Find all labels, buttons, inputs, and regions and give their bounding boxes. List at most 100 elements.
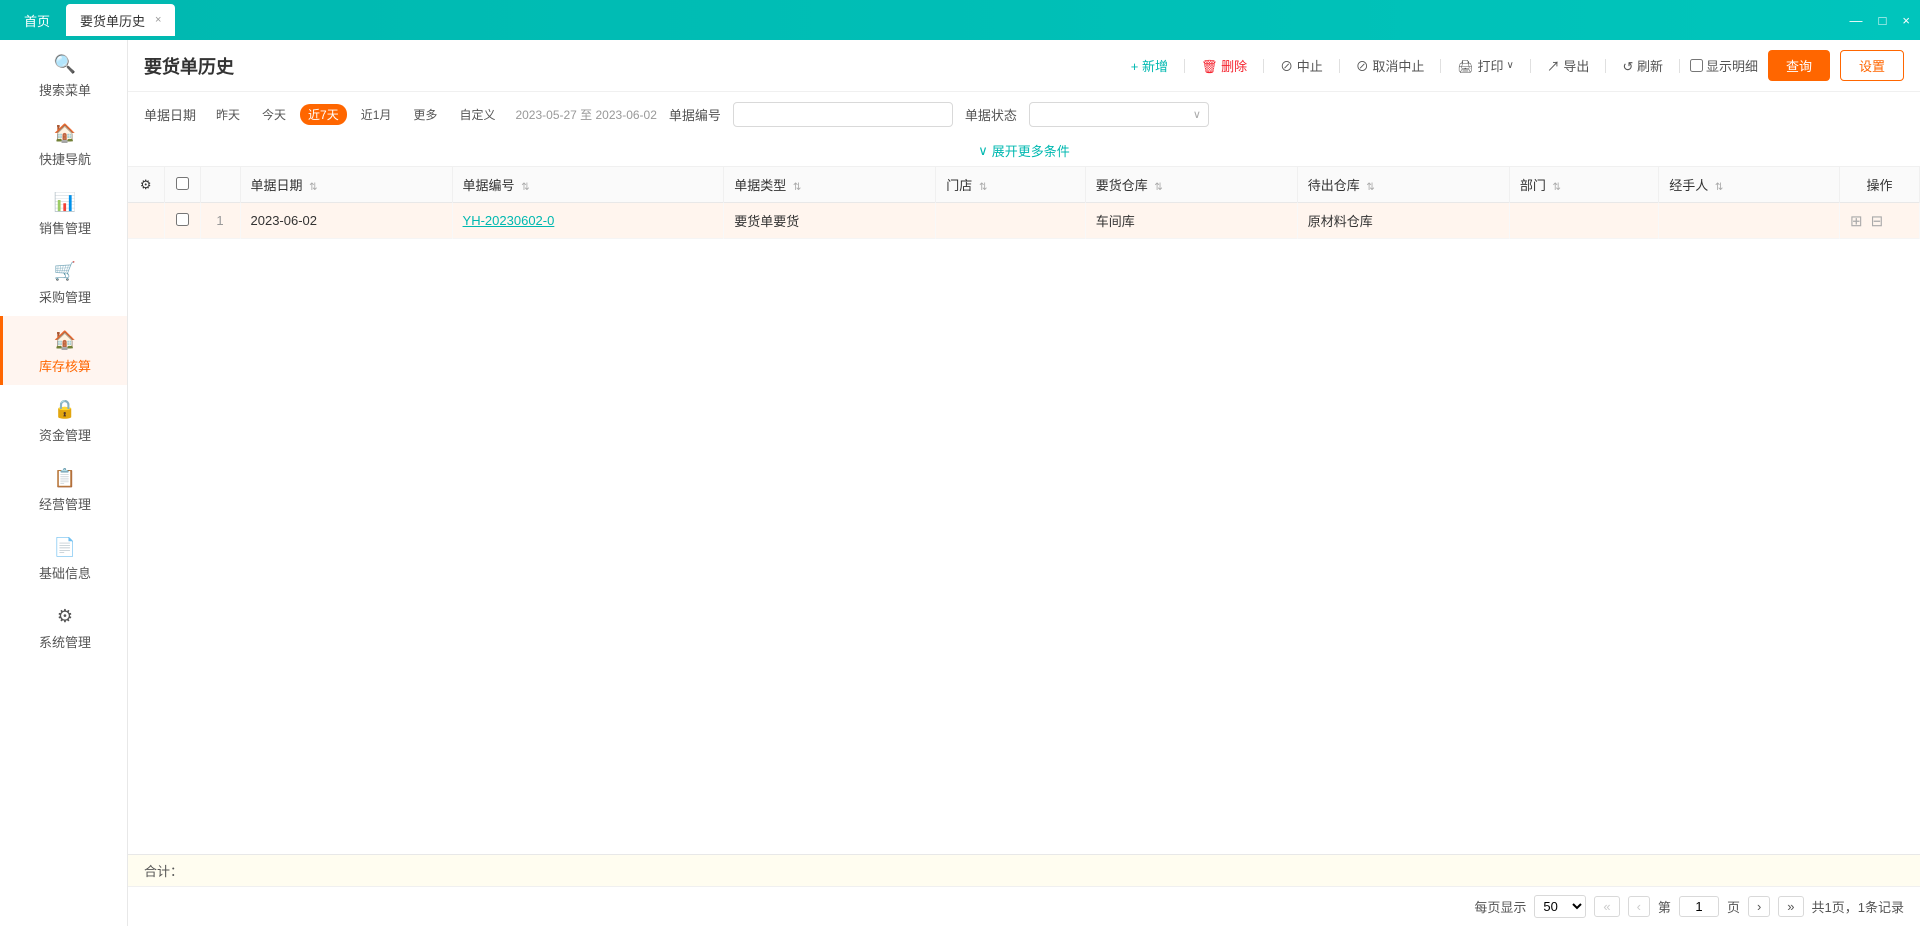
sidebar-item-search-menu-label: 搜索菜单 <box>39 80 91 99</box>
select-all-checkbox[interactable] <box>176 177 189 190</box>
sidebar-item-inventory-calc-label: 库存核算 <box>39 356 91 375</box>
order-no-input[interactable] <box>733 102 953 127</box>
sidebar-item-capital-mgmt[interactable]: 🔒 资金管理 <box>0 385 127 454</box>
td-num: 1 <box>200 203 240 239</box>
th-dept[interactable]: 部门 ⇅ <box>1509 167 1658 203</box>
edit-icon[interactable]: ⊞ <box>1850 212 1863 230</box>
td-type: 要货单要货 <box>724 203 936 239</box>
th-type[interactable]: 单据类型 ⇅ <box>724 167 936 203</box>
shortcut-today[interactable]: 今天 <box>254 104 294 125</box>
close-tab-icon[interactable]: × <box>155 14 161 26</box>
sidebar-item-sales-mgmt-label: 销售管理 <box>39 218 91 237</box>
td-req-warehouse: 车间库 <box>1085 203 1297 239</box>
page-title: 要货单历史 <box>144 53 1117 79</box>
prev-page-button[interactable]: ‹ <box>1628 896 1650 917</box>
date-filter: 昨天 今天 近7天 近1月 更多 自定义 <box>208 104 503 125</box>
minimize-icon[interactable]: — <box>1850 13 1863 28</box>
purchase-mgmt-icon: 🛒 <box>54 261 76 282</box>
sidebar-item-sales-mgmt[interactable]: 📊 销售管理 <box>0 178 127 247</box>
th-req-warehouse[interactable]: 要货仓库 ⇅ <box>1085 167 1297 203</box>
th-store[interactable]: 门店 ⇅ <box>936 167 1085 203</box>
th-date-label: 单据日期 <box>251 178 303 193</box>
main-content: 要货单历史 + 新增 🗑 删除 ⊘ 中止 ⊘ 取消中止 🖨 打印 ∨ ↗ 导出 … <box>128 40 1920 926</box>
th-no[interactable]: 单据编号 ⇅ <box>452 167 724 203</box>
th-dept-label: 部门 <box>1520 178 1546 193</box>
td-no[interactable]: YH-20230602-0 <box>452 203 724 239</box>
search-menu-icon: 🔍 <box>54 54 76 75</box>
per-page-label: 每页显示 <box>1474 897 1526 916</box>
sidebar-item-search-menu[interactable]: 🔍 搜索菜单 <box>0 40 127 109</box>
query-button[interactable]: 查询 <box>1768 50 1830 81</box>
order-no-label: 单据编号 <box>669 105 721 124</box>
ops-mgmt-icon: 📋 <box>54 468 76 489</box>
last-page-button[interactable]: » <box>1778 896 1803 917</box>
sidebar-item-sys-mgmt[interactable]: ⚙ 系统管理 <box>0 592 127 661</box>
setting-button[interactable]: 设置 <box>1840 50 1904 81</box>
expand-more-icon: ∨ <box>978 143 988 159</box>
delete-row-icon[interactable]: ⊟ <box>1871 212 1884 230</box>
th-handler[interactable]: 经手人 ⇅ <box>1659 167 1840 203</box>
page-input[interactable] <box>1679 896 1719 917</box>
sidebar-item-ops-mgmt[interactable]: 📋 经营管理 <box>0 454 127 523</box>
stop-button[interactable]: ⊘ 中止 <box>1274 54 1329 77</box>
export-button[interactable]: ↗ 导出 <box>1541 54 1596 77</box>
shortcut-1month[interactable]: 近1月 <box>353 104 400 125</box>
action-icons: ⊞ ⊟ <box>1850 212 1909 230</box>
th-req-warehouse-sort-icon: ⇅ <box>1154 182 1162 193</box>
first-page-button[interactable]: « <box>1594 896 1619 917</box>
capital-mgmt-icon: 🔒 <box>54 399 76 420</box>
next-page-button[interactable]: › <box>1748 896 1770 917</box>
home-tab[interactable]: 首页 <box>10 4 64 36</box>
th-handler-sort-icon: ⇅ <box>1715 182 1723 193</box>
td-action: ⊞ ⊟ <box>1840 203 1920 239</box>
window-controls: — □ × <box>1850 13 1910 28</box>
th-pending-warehouse[interactable]: 待出仓库 ⇅ <box>1297 167 1509 203</box>
sidebar-item-quick-nav[interactable]: 🏠 快捷导航 <box>0 109 127 178</box>
active-tab[interactable]: 要货单历史 × <box>66 4 175 36</box>
th-pending-warehouse-sort-icon: ⇅ <box>1366 182 1374 193</box>
table-wrap: ⚙ 单据日期 ⇅ 单据编号 ⇅ <box>128 167 1920 854</box>
table-header-row: ⚙ 单据日期 ⇅ 单据编号 ⇅ <box>128 167 1920 203</box>
td-check[interactable] <box>164 203 200 239</box>
refresh-button[interactable]: ↺ 刷新 <box>1616 54 1669 77</box>
sidebar-item-purchase-mgmt[interactable]: 🛒 采购管理 <box>0 247 127 316</box>
th-num <box>200 167 240 203</box>
basic-info-icon: 📄 <box>54 537 76 558</box>
expand-more-button[interactable]: ∨ 展开更多条件 <box>144 135 1904 166</box>
print-button[interactable]: 🖨 打印 ∨ <box>1451 54 1519 77</box>
sidebar-item-basic-info[interactable]: 📄 基础信息 <box>0 523 127 592</box>
close-window-icon[interactable]: × <box>1902 13 1910 28</box>
th-no-sort-icon: ⇅ <box>521 182 529 193</box>
maximize-icon[interactable]: □ <box>1879 13 1887 28</box>
delete-button[interactable]: 🗑 删除 <box>1195 54 1253 77</box>
filter-area: 单据日期 昨天 今天 近7天 近1月 更多 自定义 2023-05-27 至 2… <box>128 92 1920 167</box>
show-detail-checkbox[interactable] <box>1690 59 1703 72</box>
print-label: 🖨 打印 <box>1457 56 1503 75</box>
shortcut-yesterday[interactable]: 昨天 <box>208 104 248 125</box>
th-date[interactable]: 单据日期 ⇅ <box>240 167 452 203</box>
cancel-stop-button[interactable]: ⊘ 取消中止 <box>1350 54 1431 77</box>
th-req-warehouse-label: 要货仓库 <box>1096 178 1148 193</box>
shortcut-7days[interactable]: 近7天 <box>300 104 347 125</box>
th-settings[interactable]: ⚙ <box>128 167 164 203</box>
inventory-calc-icon: 🏠 <box>54 330 76 351</box>
shortcut-custom[interactable]: 自定义 <box>451 104 503 125</box>
per-page-select[interactable]: 20 50 100 <box>1534 895 1586 918</box>
new-button[interactable]: + 新增 <box>1125 54 1174 77</box>
shortcut-more[interactable]: 更多 <box>405 104 445 125</box>
page-label: 第 <box>1658 897 1671 916</box>
page-end-label: 页 <box>1727 897 1740 916</box>
sidebar-item-inventory-calc[interactable]: 🏠 库存核算 <box>0 316 127 385</box>
show-detail-toggle[interactable]: 显示明细 <box>1690 56 1758 75</box>
td-handler <box>1659 203 1840 239</box>
filter-row-1: 单据日期 昨天 今天 近7天 近1月 更多 自定义 2023-05-27 至 2… <box>144 102 1904 135</box>
th-pending-warehouse-label: 待出仓库 <box>1308 178 1360 193</box>
expand-more-label: 展开更多条件 <box>992 141 1070 160</box>
th-store-label: 门店 <box>946 178 972 193</box>
toolbar: + 新增 🗑 删除 ⊘ 中止 ⊘ 取消中止 🖨 打印 ∨ ↗ 导出 ↺ 刷新 <box>1125 50 1904 81</box>
status-select[interactable]: 全部 待审核 已审核 已中止 <box>1029 102 1209 127</box>
order-no-link[interactable]: YH-20230602-0 <box>463 213 555 228</box>
row-checkbox[interactable] <box>176 213 189 226</box>
sidebar-item-basic-info-label: 基础信息 <box>39 563 91 582</box>
th-type-sort-icon: ⇅ <box>793 182 801 193</box>
